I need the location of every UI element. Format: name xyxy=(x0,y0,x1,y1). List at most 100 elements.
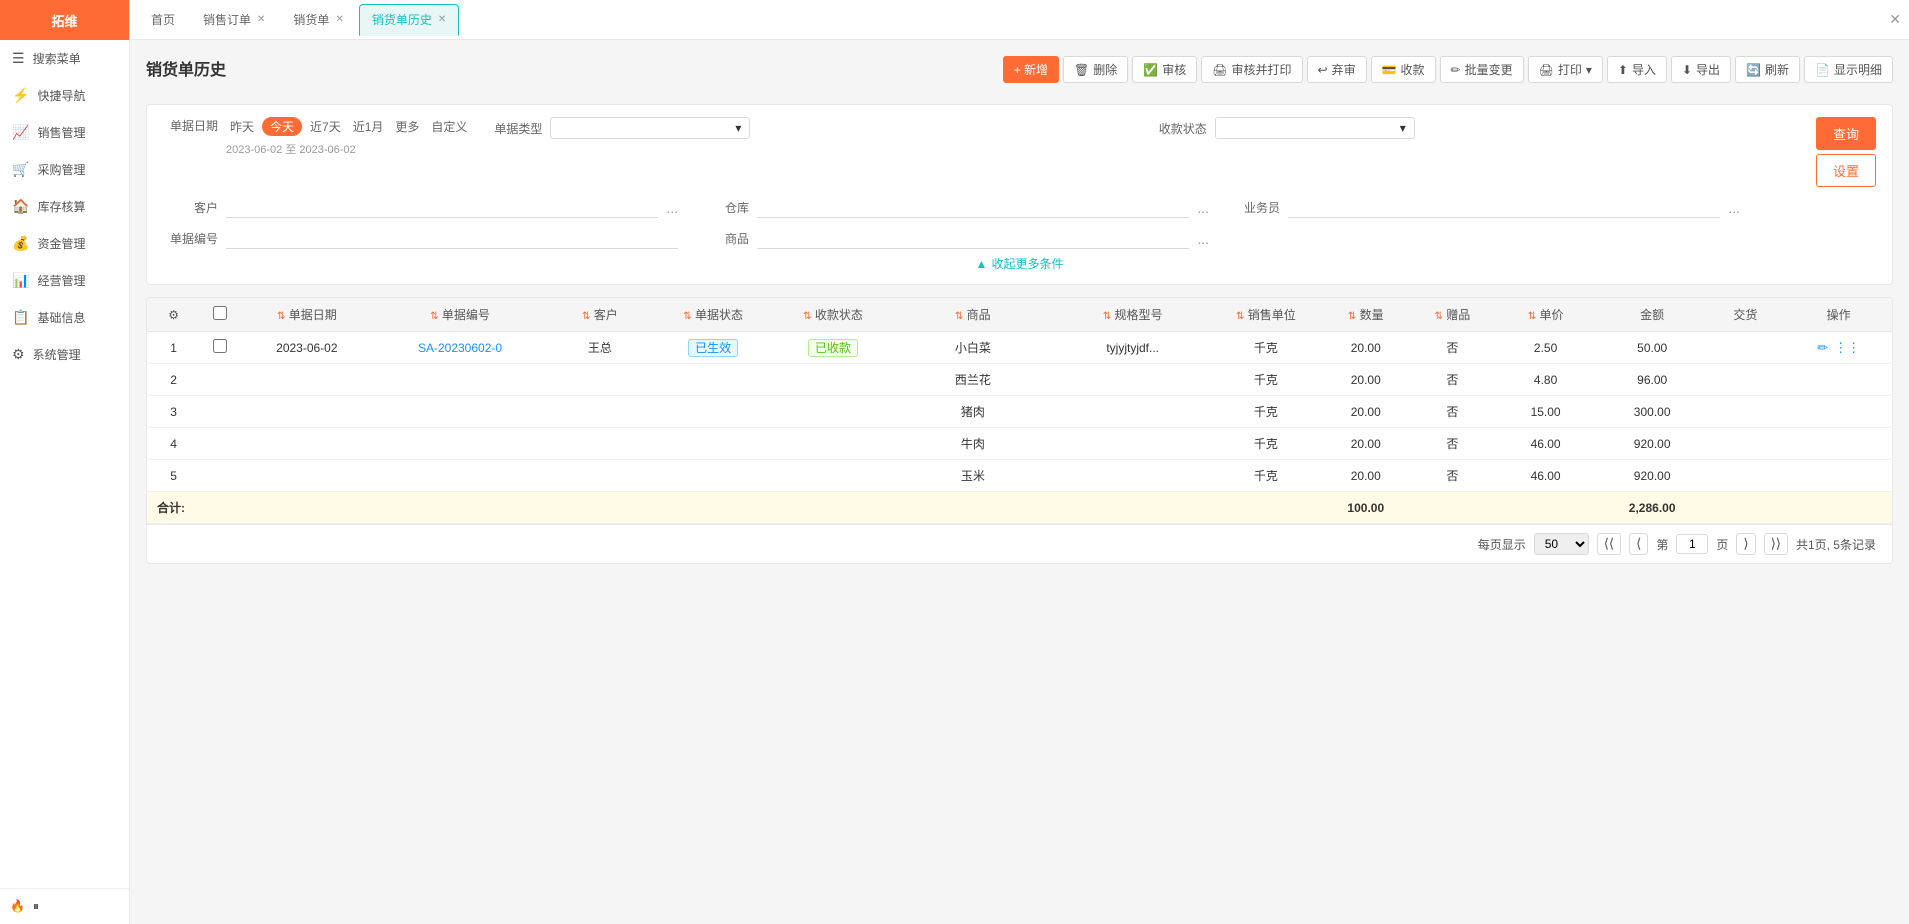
product-input[interactable] xyxy=(757,228,1189,249)
row-action xyxy=(1785,428,1892,460)
fire-icon[interactable]: 🔥 xyxy=(10,899,25,914)
import-button[interactable]: ⬆ 导入 xyxy=(1607,56,1667,83)
th-paystatus[interactable]: ⇅ 收款状态 xyxy=(773,298,893,332)
product-dots[interactable]: ... xyxy=(1197,231,1209,247)
warehouse-input[interactable] xyxy=(757,197,1189,218)
doc-type-select[interactable]: ▾ xyxy=(550,117,750,139)
sidebar-item-base-info[interactable]: 📋 基础信息 xyxy=(0,299,129,336)
sidebar-item-biz-mgmt[interactable]: 📊 经营管理 xyxy=(0,262,129,299)
sidebar-item-search-menu[interactable]: ☰ 搜索菜单 xyxy=(0,40,129,77)
sidebar-item-inventory-calc[interactable]: 🏠 库存核算 xyxy=(0,188,129,225)
date-tab-7days[interactable]: 近7天 xyxy=(306,117,345,136)
salesperson-dots[interactable]: ... xyxy=(1728,200,1740,216)
row-docstatus: 已生效 xyxy=(653,332,773,364)
last-page-button[interactable]: ⟩⟩ xyxy=(1764,533,1788,555)
customer-filter: 客户 ... xyxy=(163,197,678,218)
tab-sales-delivery[interactable]: 销货单 ✕ xyxy=(280,4,356,36)
th-gift[interactable]: ⇅ 赠品 xyxy=(1412,298,1492,332)
row-select-checkbox[interactable] xyxy=(213,339,227,353)
print-button[interactable]: 🖨 打印 ▾ xyxy=(1528,56,1603,83)
page-input[interactable] xyxy=(1676,534,1708,554)
customer-dots[interactable]: ... xyxy=(666,200,678,216)
export-icon: ⬇ xyxy=(1682,63,1692,77)
date-tab-today[interactable]: 今天 xyxy=(262,117,302,136)
th-date[interactable]: ⇅ 单据日期 xyxy=(240,298,373,332)
audit-print-icon: 🖨 xyxy=(1212,63,1227,77)
doc-type-label: 单据类型 xyxy=(487,120,542,137)
tab-home[interactable]: 首页 xyxy=(138,4,188,36)
batch-change-button[interactable]: ✏ 批量变更 xyxy=(1440,56,1524,83)
export-button[interactable]: ⬇ 导出 xyxy=(1671,56,1731,83)
sidebar-item-finance-mgmt[interactable]: 💰 资金管理 xyxy=(0,225,129,262)
tab-sales-order[interactable]: 销售订单 ✕ xyxy=(190,4,278,36)
th-delivery[interactable]: 交货 xyxy=(1705,298,1785,332)
first-page-button[interactable]: ⟨⟨ xyxy=(1597,533,1621,555)
sidebar-item-label: 系统管理 xyxy=(33,346,81,363)
collapse-button[interactable]: ▲ 收起更多条件 xyxy=(163,255,1876,272)
row-amount: 920.00 xyxy=(1599,460,1706,492)
row-product: 玉米 xyxy=(893,460,1053,492)
edit-icon[interactable]: ✏ xyxy=(1817,340,1828,356)
tab-sales-history[interactable]: 销货单历史 ✕ xyxy=(359,4,459,36)
abandon-button[interactable]: ↩ 弃审 xyxy=(1307,56,1367,83)
tab-bar-close-all[interactable]: ✕ xyxy=(1889,11,1901,28)
settings-button[interactable]: 设置 xyxy=(1816,154,1876,187)
th-docstatus[interactable]: ⇅ 单据状态 xyxy=(653,298,773,332)
refresh-button[interactable]: 🔄 刷新 xyxy=(1735,56,1800,83)
row-amount: 920.00 xyxy=(1599,428,1706,460)
date-tab-custom[interactable]: 自定义 xyxy=(427,117,471,136)
tab-sales-history-close[interactable]: ✕ xyxy=(438,14,446,25)
doc-number-input[interactable] xyxy=(226,228,678,249)
row-docstatus xyxy=(653,364,773,396)
th-gear[interactable]: ⚙ xyxy=(147,298,200,332)
data-table: ⚙ ⇅ 单据日期 ⇅ 单据编号 ⇅ 客户 ⇅ 单据状态 ⇅ 收款状态 ⇅ 商品 … xyxy=(146,297,1893,564)
per-page-select[interactable]: 50 100 xyxy=(1534,533,1589,555)
new-button[interactable]: + 新增 xyxy=(1003,56,1059,83)
tab-sales-order-close[interactable]: ✕ xyxy=(257,14,265,25)
sidebar-item-sys-mgmt[interactable]: ⚙ 系统管理 xyxy=(0,336,129,373)
row-customer xyxy=(547,396,654,428)
date-tab-1month[interactable]: 近1月 xyxy=(349,117,388,136)
more-icon[interactable]: ⋮⋮ xyxy=(1834,340,1860,356)
table-row: 2 西兰花 千克 20.00 否 4.80 96.00 xyxy=(147,364,1892,396)
th-product[interactable]: ⇅ 商品 xyxy=(893,298,1053,332)
query-button[interactable]: 查询 xyxy=(1816,117,1876,150)
sidebar-item-sales-mgmt[interactable]: 📈 销售管理 xyxy=(0,114,129,151)
th-qty[interactable]: ⇅ 数量 xyxy=(1319,298,1412,332)
delete-button[interactable]: 🗑 删除 xyxy=(1063,56,1128,83)
prev-page-button[interactable]: ⟨ xyxy=(1629,533,1648,555)
th-docno[interactable]: ⇅ 单据编号 xyxy=(373,298,546,332)
salesperson-input[interactable] xyxy=(1288,197,1720,218)
audit-button[interactable]: ✅ 审核 xyxy=(1132,56,1197,83)
tab-sales-delivery-close[interactable]: ✕ xyxy=(335,14,343,25)
th-unit[interactable]: ⇅ 销售单位 xyxy=(1213,298,1320,332)
row-product: 小白菜 xyxy=(893,332,1053,364)
row-customer xyxy=(547,460,654,492)
sidebar-item-purchase-mgmt[interactable]: 🛒 采购管理 xyxy=(0,151,129,188)
warehouse-dots[interactable]: ... xyxy=(1197,200,1209,216)
payment-status-select[interactable]: ▾ xyxy=(1215,117,1415,139)
th-amount[interactable]: 金额 xyxy=(1599,298,1706,332)
row-docno xyxy=(373,364,546,396)
next-page-button[interactable]: ⟩ xyxy=(1736,533,1755,555)
tab-sales-order-label: 销售订单 xyxy=(203,11,251,28)
row-unit: 千克 xyxy=(1213,396,1320,428)
select-all-checkbox[interactable] xyxy=(213,306,227,320)
th-unit-price[interactable]: ⇅ 单价 xyxy=(1492,298,1599,332)
row-docstatus xyxy=(653,428,773,460)
sidebar-item-quick-nav[interactable]: ⚡ 快捷导航 xyxy=(0,77,129,114)
date-tab-more[interactable]: 更多 xyxy=(391,117,423,136)
th-spec[interactable]: ⇅ 规格型号 xyxy=(1053,298,1213,332)
pause-icon[interactable]: ⏸ xyxy=(33,899,39,914)
row-date xyxy=(240,460,373,492)
row-action xyxy=(1785,396,1892,428)
collect-button[interactable]: 💳 收款 xyxy=(1371,56,1436,83)
show-details-button[interactable]: 📄 显示明细 xyxy=(1804,56,1893,83)
warehouse-label: 仓库 xyxy=(694,199,749,216)
date-tab-yesterday[interactable]: 昨天 xyxy=(226,117,258,136)
row-unitprice: 46.00 xyxy=(1492,460,1599,492)
audit-print-button[interactable]: 🖨 审核并打印 xyxy=(1201,56,1302,83)
customer-input[interactable] xyxy=(226,197,658,218)
th-customer[interactable]: ⇅ 客户 xyxy=(547,298,654,332)
payment-status-filter: 收款状态 ▾ xyxy=(1152,117,1800,139)
